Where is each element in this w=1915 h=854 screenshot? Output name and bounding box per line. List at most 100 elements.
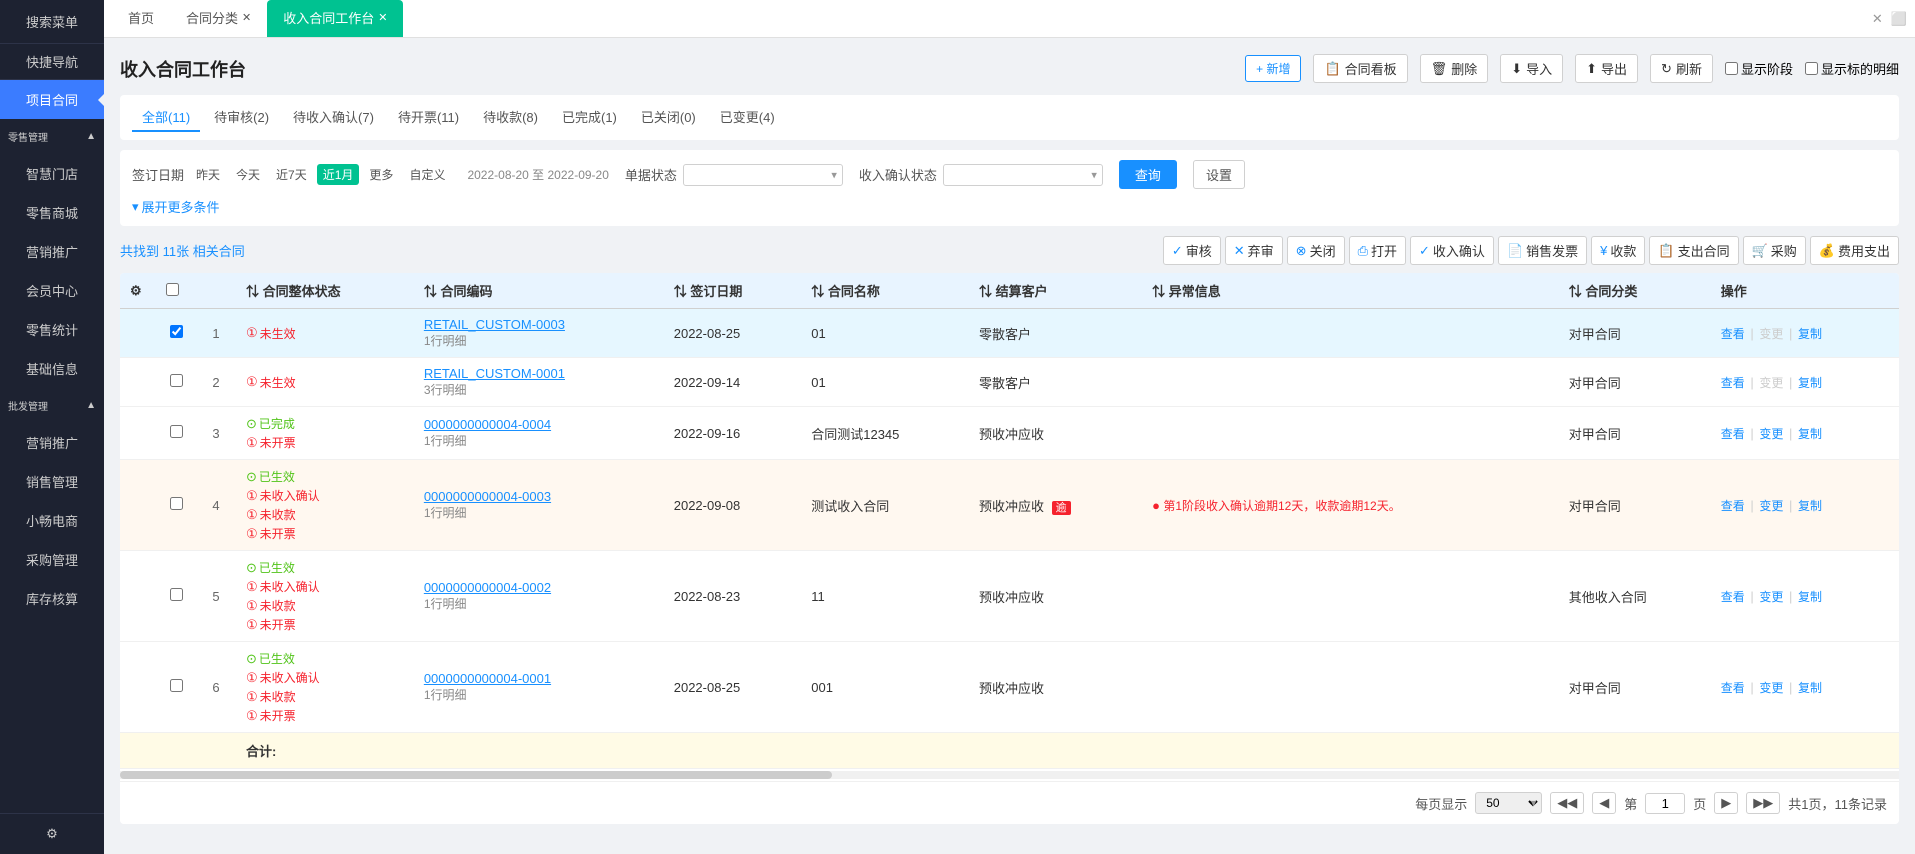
- settings-col-icon[interactable]: ⚙: [130, 283, 142, 298]
- show-fields-checkbox[interactable]: 显示阶段: [1725, 59, 1793, 78]
- show-detail-checkbox[interactable]: 显示标的明细: [1805, 59, 1899, 78]
- last-page-btn[interactable]: ▶▶: [1746, 792, 1780, 814]
- row-checkbox-2[interactable]: [156, 358, 196, 407]
- close-all-icon[interactable]: ✕: [1872, 11, 1883, 27]
- th-code[interactable]: ⇅ 合同编码: [414, 273, 664, 309]
- toolbar-expense-out-btn[interactable]: 💰 费用支出: [1810, 236, 1899, 265]
- prev-page-btn[interactable]: ◀: [1592, 792, 1616, 814]
- settings-icon[interactable]: ⚙: [0, 813, 104, 854]
- row-checkbox-5[interactable]: [156, 551, 196, 642]
- tab-contract-category[interactable]: 合同分类 ✕: [170, 0, 267, 37]
- change-link-5[interactable]: 变更: [1759, 590, 1783, 604]
- copy-link-4[interactable]: 复制: [1798, 499, 1822, 513]
- sidebar-item-retail-mall[interactable]: 零售商城: [0, 193, 104, 232]
- change-link-6[interactable]: 变更: [1759, 681, 1783, 695]
- sidebar-item-basic-info[interactable]: 基础信息: [0, 349, 104, 388]
- date-filter-last1m[interactable]: 近1月: [317, 164, 360, 185]
- view-link-5[interactable]: 查看: [1721, 590, 1745, 604]
- page-input[interactable]: [1645, 793, 1685, 814]
- toolbar-collection-btn[interactable]: ¥ 收款: [1591, 236, 1645, 265]
- th-exception[interactable]: ⇅ 异常信息: [1142, 273, 1559, 309]
- export-button[interactable]: ⬆ 导出: [1575, 54, 1638, 83]
- refresh-button[interactable]: ↻ 刷新: [1650, 54, 1713, 83]
- sidebar-item-marketing2[interactable]: 营销推广: [0, 423, 104, 462]
- sidebar-search[interactable]: 搜索菜单: [0, 0, 104, 44]
- doc-status-select[interactable]: [683, 164, 843, 186]
- date-filter-today[interactable]: 今天: [230, 164, 266, 185]
- change-link-3[interactable]: 变更: [1759, 427, 1783, 441]
- add-button[interactable]: + 新增: [1245, 55, 1301, 82]
- query-button[interactable]: 查询: [1119, 160, 1177, 189]
- view-link-3[interactable]: 查看: [1721, 427, 1745, 441]
- horizontal-scrollbar[interactable]: [120, 771, 1899, 779]
- code-link-3[interactable]: 0000000000004-0004: [424, 417, 654, 432]
- code-link-4[interactable]: 0000000000004-0003: [424, 489, 654, 504]
- tab-home[interactable]: 首页: [112, 0, 170, 37]
- th-category[interactable]: ⇅ 合同分类: [1559, 273, 1711, 309]
- code-link-5[interactable]: 0000000000004-0002: [424, 580, 654, 595]
- view-link-4[interactable]: 查看: [1721, 499, 1745, 513]
- tab-close-income-contract[interactable]: ✕: [378, 11, 387, 24]
- filter-tab-completed[interactable]: 已完成(1): [552, 103, 627, 132]
- toolbar-purchase-btn[interactable]: 🛒 采购: [1743, 236, 1806, 265]
- import-button[interactable]: ⬇ 导入: [1500, 54, 1563, 83]
- sidebar-item-retail-stats[interactable]: 零售统计: [0, 310, 104, 349]
- expand-more-btn[interactable]: ▾ 展开更多条件: [132, 197, 1887, 216]
- code-link-6[interactable]: 0000000000004-0001: [424, 671, 654, 686]
- date-filter-custom[interactable]: 自定义: [403, 164, 451, 185]
- filter-tab-all[interactable]: 全部(11): [132, 103, 200, 132]
- page-size-select[interactable]: 50 10 20 100: [1475, 792, 1542, 814]
- tab-close-contract-category[interactable]: ✕: [242, 11, 251, 24]
- filter-tab-closed[interactable]: 已关闭(0): [631, 103, 706, 132]
- maximize-icon[interactable]: ⬜: [1891, 11, 1907, 27]
- sidebar-item-xiaochang[interactable]: 小畅电商: [0, 501, 104, 540]
- change-link-1[interactable]: 变更: [1759, 327, 1783, 341]
- change-link-4[interactable]: 变更: [1759, 499, 1783, 513]
- first-page-btn[interactable]: ◀◀: [1550, 792, 1584, 814]
- copy-link-5[interactable]: 复制: [1798, 590, 1822, 604]
- view-link-1[interactable]: 查看: [1721, 327, 1745, 341]
- row-checkbox-1[interactable]: [156, 309, 196, 358]
- code-link-2[interactable]: RETAIL_CUSTOM-0001: [424, 366, 654, 381]
- sidebar-item-smart-store[interactable]: 智慧门店: [0, 154, 104, 193]
- income-confirm-select[interactable]: [943, 164, 1103, 186]
- view-link-2[interactable]: 查看: [1721, 376, 1745, 390]
- next-page-btn[interactable]: ▶: [1714, 792, 1738, 814]
- sidebar-item-wholesale[interactable]: 批发管理▲: [0, 388, 104, 423]
- sidebar-nav[interactable]: 快捷导航: [0, 44, 104, 80]
- date-filter-yesterday[interactable]: 昨天: [190, 164, 226, 185]
- toolbar-print-btn[interactable]: ⎙ 打开: [1349, 236, 1406, 265]
- filter-tab-pending-review[interactable]: 待审核(2): [204, 103, 279, 132]
- setting-button[interactable]: 设置: [1193, 160, 1245, 189]
- filter-tab-changed[interactable]: 已变更(4): [710, 103, 785, 132]
- copy-link-1[interactable]: 复制: [1798, 327, 1822, 341]
- toolbar-income-confirm-btn[interactable]: ✓ 收入确认: [1410, 236, 1494, 265]
- row-checkbox-4[interactable]: [156, 460, 196, 551]
- code-link-1[interactable]: RETAIL_CUSTOM-0003: [424, 317, 654, 332]
- th-sign-date[interactable]: ⇅ 签订日期: [664, 273, 802, 309]
- toolbar-out-contract-btn[interactable]: 📋 支出合同: [1649, 236, 1738, 265]
- copy-link-3[interactable]: 复制: [1798, 427, 1822, 441]
- th-status[interactable]: ⇅ 合同整体状态: [236, 273, 414, 309]
- toolbar-review-btn[interactable]: ✓ 审核: [1163, 236, 1221, 265]
- sidebar-item-retail-mgmt[interactable]: 零售管理▲: [0, 119, 104, 154]
- delete-button[interactable]: 🗑 删除: [1420, 54, 1489, 83]
- toolbar-close-btn[interactable]: ⊗ 关闭: [1287, 236, 1345, 265]
- th-settings[interactable]: ⚙: [120, 273, 156, 309]
- sidebar-item-marketing[interactable]: 营销推广: [0, 232, 104, 271]
- date-filter-last7[interactable]: 近7天: [270, 164, 313, 185]
- filter-tab-pending-payment[interactable]: 待收款(8): [473, 103, 548, 132]
- sidebar-item-sales[interactable]: 销售管理: [0, 462, 104, 501]
- th-customer[interactable]: ⇅ 结算客户: [969, 273, 1142, 309]
- copy-link-6[interactable]: 复制: [1798, 681, 1822, 695]
- row-checkbox-3[interactable]: [156, 407, 196, 460]
- date-filter-more[interactable]: 更多: [363, 164, 399, 185]
- row-checkbox-6[interactable]: [156, 642, 196, 733]
- sidebar-item-inventory[interactable]: 库存核算: [0, 579, 104, 618]
- sidebar-item-project[interactable]: 项目合同: [0, 80, 104, 119]
- tab-income-contract[interactable]: 收入合同工作台 ✕: [267, 0, 403, 37]
- view-link-6[interactable]: 查看: [1721, 681, 1745, 695]
- sidebar-item-member[interactable]: 会员中心: [0, 271, 104, 310]
- toolbar-sales-invoice-btn[interactable]: 📄 销售发票: [1498, 236, 1587, 265]
- sidebar-item-purchase[interactable]: 采购管理: [0, 540, 104, 579]
